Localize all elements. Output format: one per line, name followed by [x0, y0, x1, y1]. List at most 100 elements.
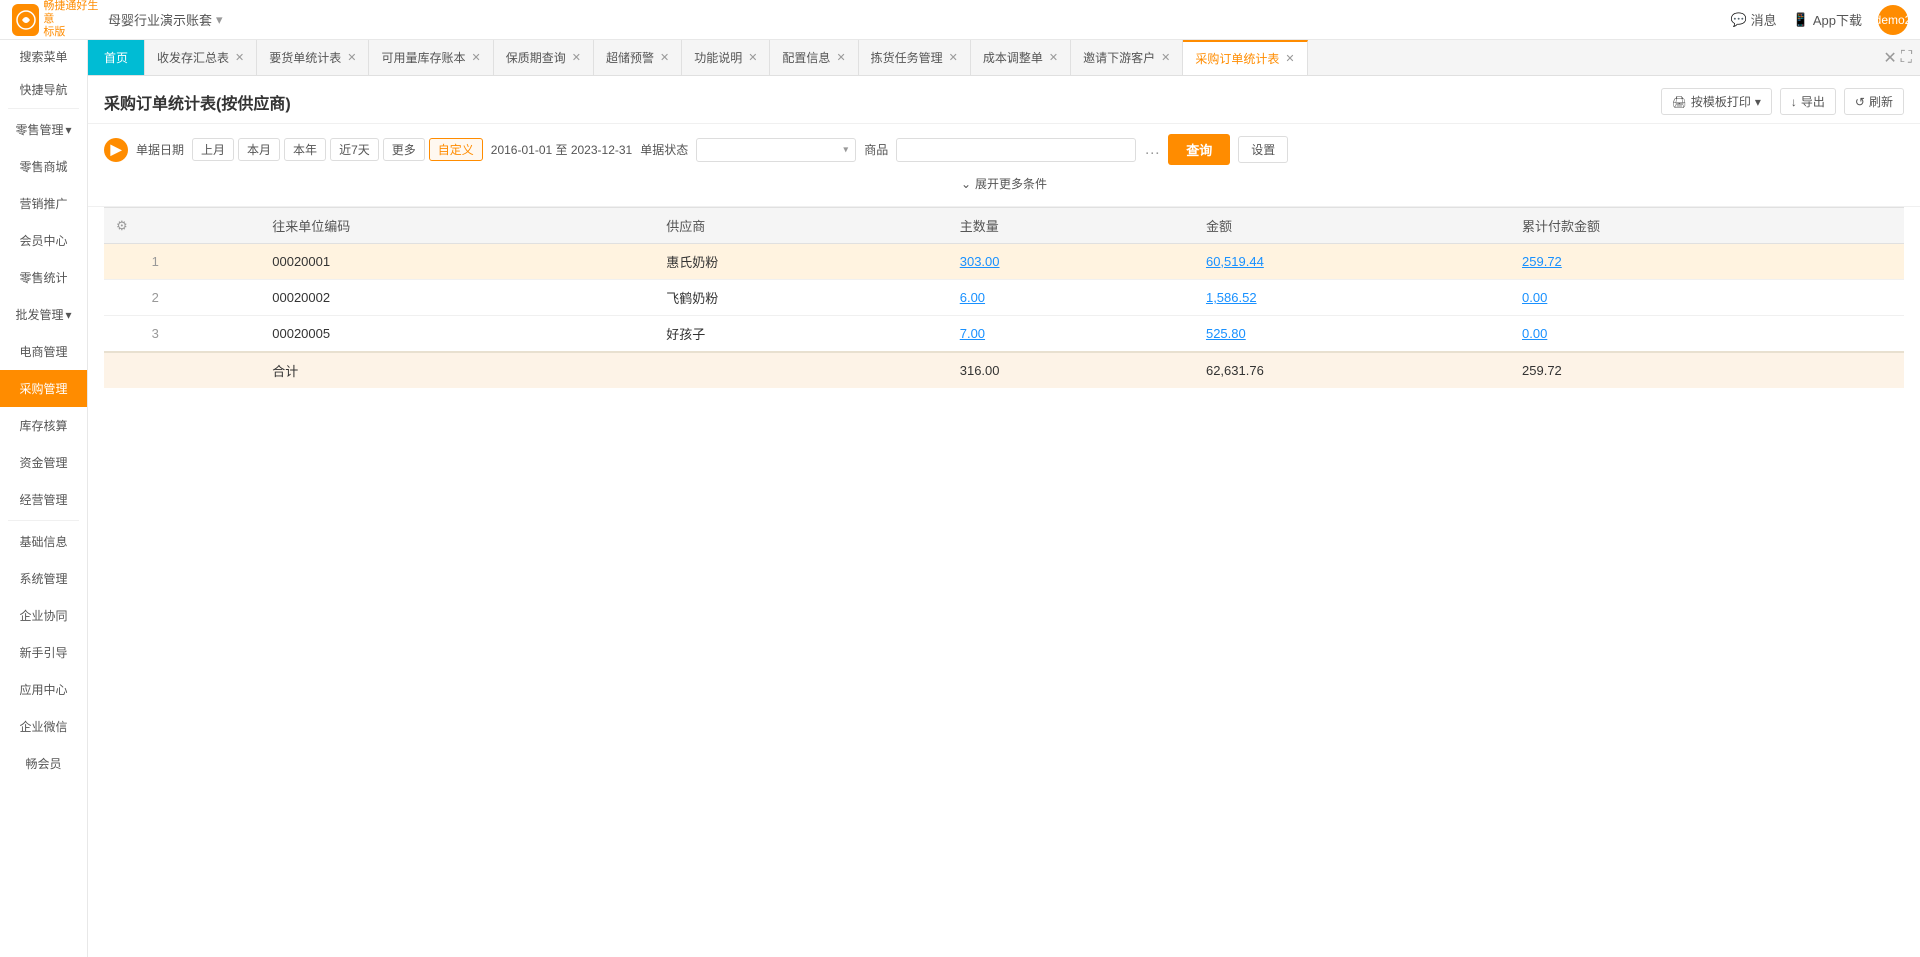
refresh-button[interactable]: ↺ 刷新 [1844, 88, 1904, 115]
cell-settings [104, 316, 140, 353]
sidebar-item-member[interactable]: 会员中心 [0, 222, 87, 259]
cell-amount[interactable]: 525.80 [1194, 316, 1510, 353]
sidebar-item-basic-info[interactable]: 基础信息 [0, 523, 87, 560]
more-dates-button[interactable]: 更多 [383, 138, 425, 161]
refresh-icon: ↺ [1855, 95, 1865, 109]
tab-home[interactable]: 首页 [88, 40, 145, 76]
logo-icon [12, 4, 39, 36]
sidebar-item-retail-shop[interactable]: 零售商城 [0, 148, 87, 185]
tab-1[interactable]: 收发存汇总表 ✕ [145, 40, 257, 76]
sidebar-item-system[interactable]: 系统管理 [0, 560, 87, 597]
avatar[interactable]: demo2 [1878, 5, 1908, 35]
sidebar-quick-nav[interactable]: 快捷导航 [0, 73, 87, 106]
chevron-down-icon: ▾ [65, 123, 71, 137]
tab-close-icon[interactable]: ✕ [836, 51, 845, 64]
query-button[interactable]: 查询 [1168, 134, 1230, 165]
sidebar-item-marketing[interactable]: 营销推广 [0, 185, 87, 222]
footer-main-qty: 316.00 [948, 352, 1194, 388]
settings-button[interactable]: 设置 [1238, 136, 1288, 163]
sidebar-item-finance[interactable]: 资金管理 [0, 444, 87, 481]
tab-10[interactable]: 邀请下游客户 ✕ [1071, 40, 1183, 76]
tab-6[interactable]: 功能说明 ✕ [682, 40, 770, 76]
tab-close-icon[interactable]: ✕ [572, 51, 581, 64]
sidebar-item-operations[interactable]: 经营管理 [0, 481, 87, 518]
page-title: 采购订单统计表(按供应商) [104, 90, 291, 114]
custom-date-badge[interactable]: 自定义 [429, 138, 483, 161]
tab-close-icon[interactable]: ✕ [660, 51, 669, 64]
tab-2[interactable]: 要货单统计表 ✕ [257, 40, 369, 76]
status-select[interactable] [696, 138, 856, 162]
footer-label-cell: 合计 [260, 352, 654, 388]
tab-8[interactable]: 拣货任务管理 ✕ [859, 40, 971, 76]
cell-cumulative-pay[interactable]: 259.72 [1510, 244, 1904, 280]
tab-close-icon[interactable]: ✕ [235, 51, 244, 64]
last-7days-button[interactable]: 近7天 [330, 138, 379, 161]
page-header-actions: 🖨 按模板打印 ▾ ↓ 导出 ↺ 刷新 [1661, 88, 1904, 115]
expand-more-button[interactable]: ⌄ 展开更多条件 [104, 171, 1904, 196]
tab-expand-icon[interactable]: ⛶ [1901, 49, 1912, 67]
message-icon: 💬 [1730, 12, 1746, 28]
this-month-button[interactable]: 本月 [238, 138, 280, 161]
sidebar-item-member-vip[interactable]: 畅会员 [0, 745, 87, 782]
tab-close-icon[interactable]: ✕ [1049, 51, 1058, 64]
sidebar-search[interactable]: 搜索菜单 [0, 40, 87, 73]
cell-main-qty[interactable]: 303.00 [948, 244, 1194, 280]
tab-5[interactable]: 超储预警 ✕ [594, 40, 682, 76]
more-filter-icon[interactable]: … [1144, 141, 1160, 159]
sidebar-item-ecommerce[interactable]: 电商管理 [0, 333, 87, 370]
cell-main-qty[interactable]: 7.00 [948, 316, 1194, 353]
message-button[interactable]: 💬 消息 [1730, 10, 1776, 29]
cell-main-qty[interactable]: 6.00 [948, 280, 1194, 316]
tab-9[interactable]: 成本调整单 ✕ [971, 40, 1071, 76]
goods-input[interactable] [896, 138, 1136, 162]
tab-4[interactable]: 保质期查询 ✕ [494, 40, 594, 76]
footer-supplier-cell [654, 352, 948, 388]
sidebar-item-retail-stats[interactable]: 零售统计 [0, 259, 87, 296]
tab-close-icon[interactable]: ✕ [1161, 51, 1170, 64]
last-month-button[interactable]: 上月 [192, 138, 234, 161]
date-range-display: 2016-01-01 至 2023-12-31 [491, 141, 632, 158]
tab-close-icon[interactable]: ✕ [1285, 52, 1294, 65]
export-button[interactable]: ↓ 导出 [1780, 88, 1836, 115]
footer-cumulative-pay: 259.72 [1510, 352, 1904, 388]
tab-7[interactable]: 配置信息 ✕ [770, 40, 858, 76]
tab-close-icon[interactable]: ✕ [748, 51, 757, 64]
print-button[interactable]: 🖨 按模板打印 ▾ [1661, 88, 1772, 115]
cell-settings [104, 280, 140, 316]
chevron-down-icon: ▾ [65, 308, 71, 322]
tab-close-icon[interactable]: ✕ [472, 51, 481, 64]
tab-close-all-icon[interactable]: ✕ [1883, 48, 1896, 68]
this-year-button[interactable]: 本年 [284, 138, 326, 161]
column-settings-icon[interactable]: ⚙ [116, 218, 128, 233]
cell-num: 1 [140, 244, 261, 280]
tab-3[interactable]: 可用量库存账本 ✕ [369, 40, 493, 76]
sidebar-item-corp-wechat[interactable]: 企业微信 [0, 708, 87, 745]
cell-cumulative-pay[interactable]: 0.00 [1510, 280, 1904, 316]
col-amount-header: 金额 [1194, 208, 1510, 244]
sidebar-item-purchase[interactable]: 采购管理 [0, 370, 87, 407]
sidebar-item-corp-collab[interactable]: 企业协同 [0, 597, 87, 634]
tab-close-icon[interactable]: ✕ [949, 51, 958, 64]
cell-num: 2 [140, 280, 261, 316]
cell-supplier: 惠氏奶粉 [654, 244, 948, 280]
cell-amount[interactable]: 1,586.52 [1194, 280, 1510, 316]
sidebar-item-new-guide[interactable]: 新手引导 [0, 634, 87, 671]
tab-11[interactable]: 采购订单统计表 ✕ [1183, 40, 1307, 76]
tab-close-icon[interactable]: ✕ [347, 51, 356, 64]
data-table: ⚙ 往来单位编码 供应商 主数量 金额 累计付款金额 [104, 207, 1904, 388]
sidebar-item-wholesale[interactable]: 批发管理▾ [0, 296, 87, 333]
filter-toggle-button[interactable]: ▶ [104, 138, 128, 162]
sidebar-item-app-center[interactable]: 应用中心 [0, 671, 87, 708]
sidebar-item-retail-manage[interactable]: 零售管理▾ [0, 111, 87, 148]
sidebar-divider-2 [8, 520, 79, 521]
app-download-button[interactable]: 📱 App下载 [1793, 10, 1862, 29]
cell-cumulative-pay[interactable]: 0.00 [1510, 316, 1904, 353]
cell-amount[interactable]: 60,519.44 [1194, 244, 1510, 280]
sidebar-item-inventory[interactable]: 库存核算 [0, 407, 87, 444]
status-label: 单据状态 [640, 141, 688, 158]
workspace-selector[interactable]: 母婴行业演示账套 ▾ [108, 10, 223, 29]
table-wrapper: ⚙ 往来单位编码 供应商 主数量 金额 累计付款金额 [88, 207, 1920, 957]
table-footer-row: 合计 316.00 62,631.76 259.72 [104, 352, 1904, 388]
logo-area: 畅捷通好生意 标版 [12, 0, 100, 39]
cell-settings [104, 244, 140, 280]
